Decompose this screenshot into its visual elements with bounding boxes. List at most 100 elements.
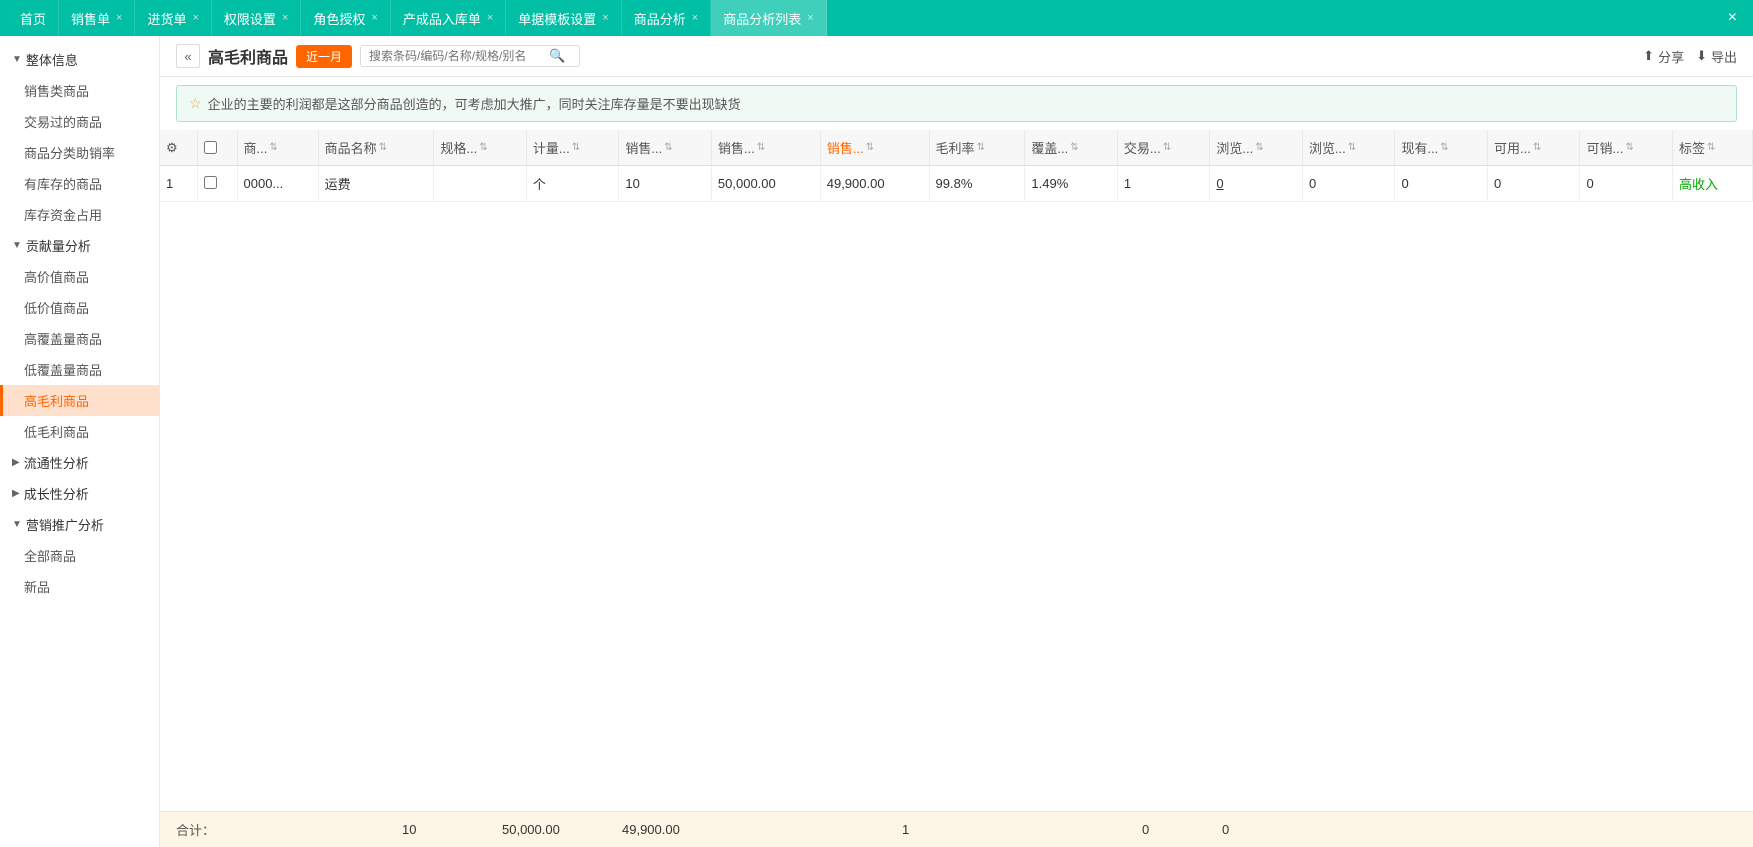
footer-spacer4 [1056, 822, 1136, 837]
sidebar-item-stock-capital[interactable]: 库存资金占用 [0, 199, 159, 230]
page-title: 高毛利商品 [208, 44, 288, 68]
sidebar-group-liquidity[interactable]: ▶ 流通性分析 [0, 447, 159, 478]
time-filter-button[interactable]: 近一月 [296, 45, 352, 68]
sidebar-item-high-margin[interactable]: 高毛利商品 [0, 385, 159, 416]
goods-analysis-table: ⚙ 商...⇅ 商品名称⇅ 规格...⇅ 计量...⇅ 销售...⇅ 销售...… [160, 130, 1753, 202]
table-row: 1 0000... 运费 个 10 50,000.00 49,900.00 99… [160, 166, 1753, 202]
share-button[interactable]: ⬆ 分享 [1643, 47, 1684, 66]
sort-sellable-icon: ⇅ [1625, 142, 1633, 153]
cell-sales-amount: 50,000.00 [711, 166, 820, 202]
tab-home[interactable]: 首页 [8, 0, 59, 36]
sidebar-item-high-coverage[interactable]: 高覆盖量商品 [0, 323, 159, 354]
sidebar-item-sales-goods[interactable]: 销售类商品 [0, 75, 159, 106]
col-available-stock[interactable]: 可用...⇅ [1487, 130, 1580, 166]
sidebar-item-new-goods[interactable]: 新品 [0, 571, 159, 602]
close-goods-list-tab[interactable]: × [807, 12, 813, 24]
sidebar-item-in-stock[interactable]: 有库存的商品 [0, 168, 159, 199]
data-table-wrapper[interactable]: ⚙ 商...⇅ 商品名称⇅ 规格...⇅ 计量...⇅ 销售...⇅ 销售...… [160, 130, 1753, 811]
col-spec[interactable]: 规格...⇅ [434, 130, 527, 166]
col-current-stock[interactable]: 现有...⇅ [1395, 130, 1488, 166]
cell-spec [434, 166, 527, 202]
sidebar-item-low-margin[interactable]: 低毛利商品 [0, 416, 159, 447]
col-gross-rate[interactable]: 毛利率⇅ [929, 130, 1025, 166]
footer-spacer3 [976, 822, 1056, 837]
sort-trade-icon: ⇅ [1163, 142, 1171, 153]
sidebar-group-growth[interactable]: ▶ 成长性分析 [0, 478, 159, 509]
tab-template-settings[interactable]: 单据模板设置 × [506, 0, 621, 36]
sort-sales-qty-icon: ⇅ [664, 142, 672, 153]
col-code[interactable]: 商...⇅ [237, 130, 318, 166]
collapse-sidebar-button[interactable]: « [176, 44, 200, 68]
cell-name: 运费 [318, 166, 434, 202]
close-template-tab[interactable]: × [602, 12, 608, 24]
tab-role[interactable]: 角色授权 × [301, 0, 390, 36]
close-window-button[interactable]: × [1720, 9, 1745, 27]
tab-purchase[interactable]: 进货单 × [135, 0, 211, 36]
col-sales-cost[interactable]: 销售...⇅ [820, 130, 929, 166]
export-button[interactable]: ⬇ 导出 [1696, 47, 1737, 66]
sidebar-item-all-goods[interactable]: 全部商品 [0, 540, 159, 571]
col-unit[interactable]: 计量...⇅ [526, 130, 619, 166]
sort-sales-amount-icon: ⇅ [757, 142, 765, 153]
sort-tag-icon: ⇅ [1707, 142, 1715, 153]
close-role-tab[interactable]: × [371, 12, 377, 24]
sidebar-group-overall[interactable]: ▼ 整体信息 [0, 44, 159, 75]
close-permission-tab[interactable]: × [282, 12, 288, 24]
tab-permission[interactable]: 权限设置 × [212, 0, 301, 36]
sidebar-item-low-value[interactable]: 低价值商品 [0, 292, 159, 323]
group-arrow-marketing: ▼ [12, 519, 22, 530]
close-purchase-tab[interactable]: × [192, 12, 198, 24]
cell-sales-qty: 10 [619, 166, 712, 202]
sort-gross-rate-icon: ⇅ [977, 142, 985, 153]
sidebar-item-traded-goods[interactable]: 交易过的商品 [0, 106, 159, 137]
group-arrow-overall: ▼ [12, 54, 22, 65]
search-box: 🔍 [360, 45, 580, 67]
search-input[interactable] [369, 49, 549, 63]
col-checkbox[interactable] [197, 130, 237, 166]
col-sales-amount[interactable]: 销售...⇅ [711, 130, 820, 166]
sort-coverage-icon: ⇅ [1070, 142, 1078, 153]
sort-current-icon: ⇅ [1440, 142, 1448, 153]
col-trade-count[interactable]: 交易...⇅ [1117, 130, 1210, 166]
export-icon: ⬇ [1696, 48, 1707, 64]
close-finished-tab[interactable]: × [487, 12, 493, 24]
footer-available-stock: 0 [1216, 822, 1296, 837]
footer-sales-amount: 50,000.00 [496, 822, 616, 837]
cell-view2: 0 [1302, 166, 1395, 202]
cell-sales-cost: 49,900.00 [820, 166, 929, 202]
select-all-checkbox[interactable] [204, 141, 217, 154]
sidebar-group-marketing[interactable]: ▼ 营销推广分析 [0, 509, 159, 540]
info-icon: ☆ [189, 95, 202, 112]
sidebar-item-low-coverage[interactable]: 低覆盖量商品 [0, 354, 159, 385]
cell-checkbox[interactable] [197, 166, 237, 202]
col-sellable-stock[interactable]: 可销...⇅ [1580, 130, 1673, 166]
close-sales-tab[interactable]: × [116, 12, 122, 24]
tab-goods-analysis[interactable]: 商品分析 × [622, 0, 711, 36]
tab-sales-order[interactable]: 销售单 × [59, 0, 135, 36]
col-coverage[interactable]: 覆盖...⇅ [1025, 130, 1118, 166]
info-banner: ☆ 企业的主要的利润都是这部分商品创造的，可考虑加大推广，同时关注库存量是不要出… [176, 85, 1737, 122]
footer-total-row: 合计： 10 50,000.00 49,900.00 1 0 0 [160, 811, 1753, 847]
tab-goods-analysis-list[interactable]: 商品分析列表 × [711, 0, 826, 36]
sidebar-group-contribution[interactable]: ▼ 贡献量分析 [0, 230, 159, 261]
search-icon[interactable]: 🔍 [549, 48, 565, 64]
col-tag[interactable]: 标签⇅ [1673, 130, 1753, 166]
footer-cells: 10 50,000.00 49,900.00 1 0 0 [396, 822, 1737, 837]
sidebar-item-high-value[interactable]: 高价值商品 [0, 261, 159, 292]
col-sales-qty[interactable]: 销售...⇅ [619, 130, 712, 166]
row-checkbox[interactable] [204, 176, 217, 189]
cell-code: 0000... [237, 166, 318, 202]
main-layout: ▼ 整体信息 销售类商品 交易过的商品 商品分类助销率 有库存的商品 库存资金占… [0, 36, 1753, 847]
content-header: « 高毛利商品 近一月 🔍 ⬆ 分享 ⬇ 导出 [160, 36, 1753, 77]
col-view2[interactable]: 浏览...⇅ [1302, 130, 1395, 166]
share-icon: ⬆ [1643, 48, 1654, 64]
cell-view1[interactable]: 0 [1210, 166, 1303, 202]
col-name[interactable]: 商品名称⇅ [318, 130, 434, 166]
col-settings[interactable]: ⚙ [160, 130, 197, 166]
tab-finished-goods[interactable]: 产成品入库单 × [391, 0, 506, 36]
cell-sellable-stock: 0 [1580, 166, 1673, 202]
footer-current-stock: 0 [1136, 822, 1216, 837]
col-view1[interactable]: 浏览...⇅ [1210, 130, 1303, 166]
sidebar-item-category-rate[interactable]: 商品分类助销率 [0, 137, 159, 168]
close-goods-analysis-tab[interactable]: × [692, 12, 698, 24]
